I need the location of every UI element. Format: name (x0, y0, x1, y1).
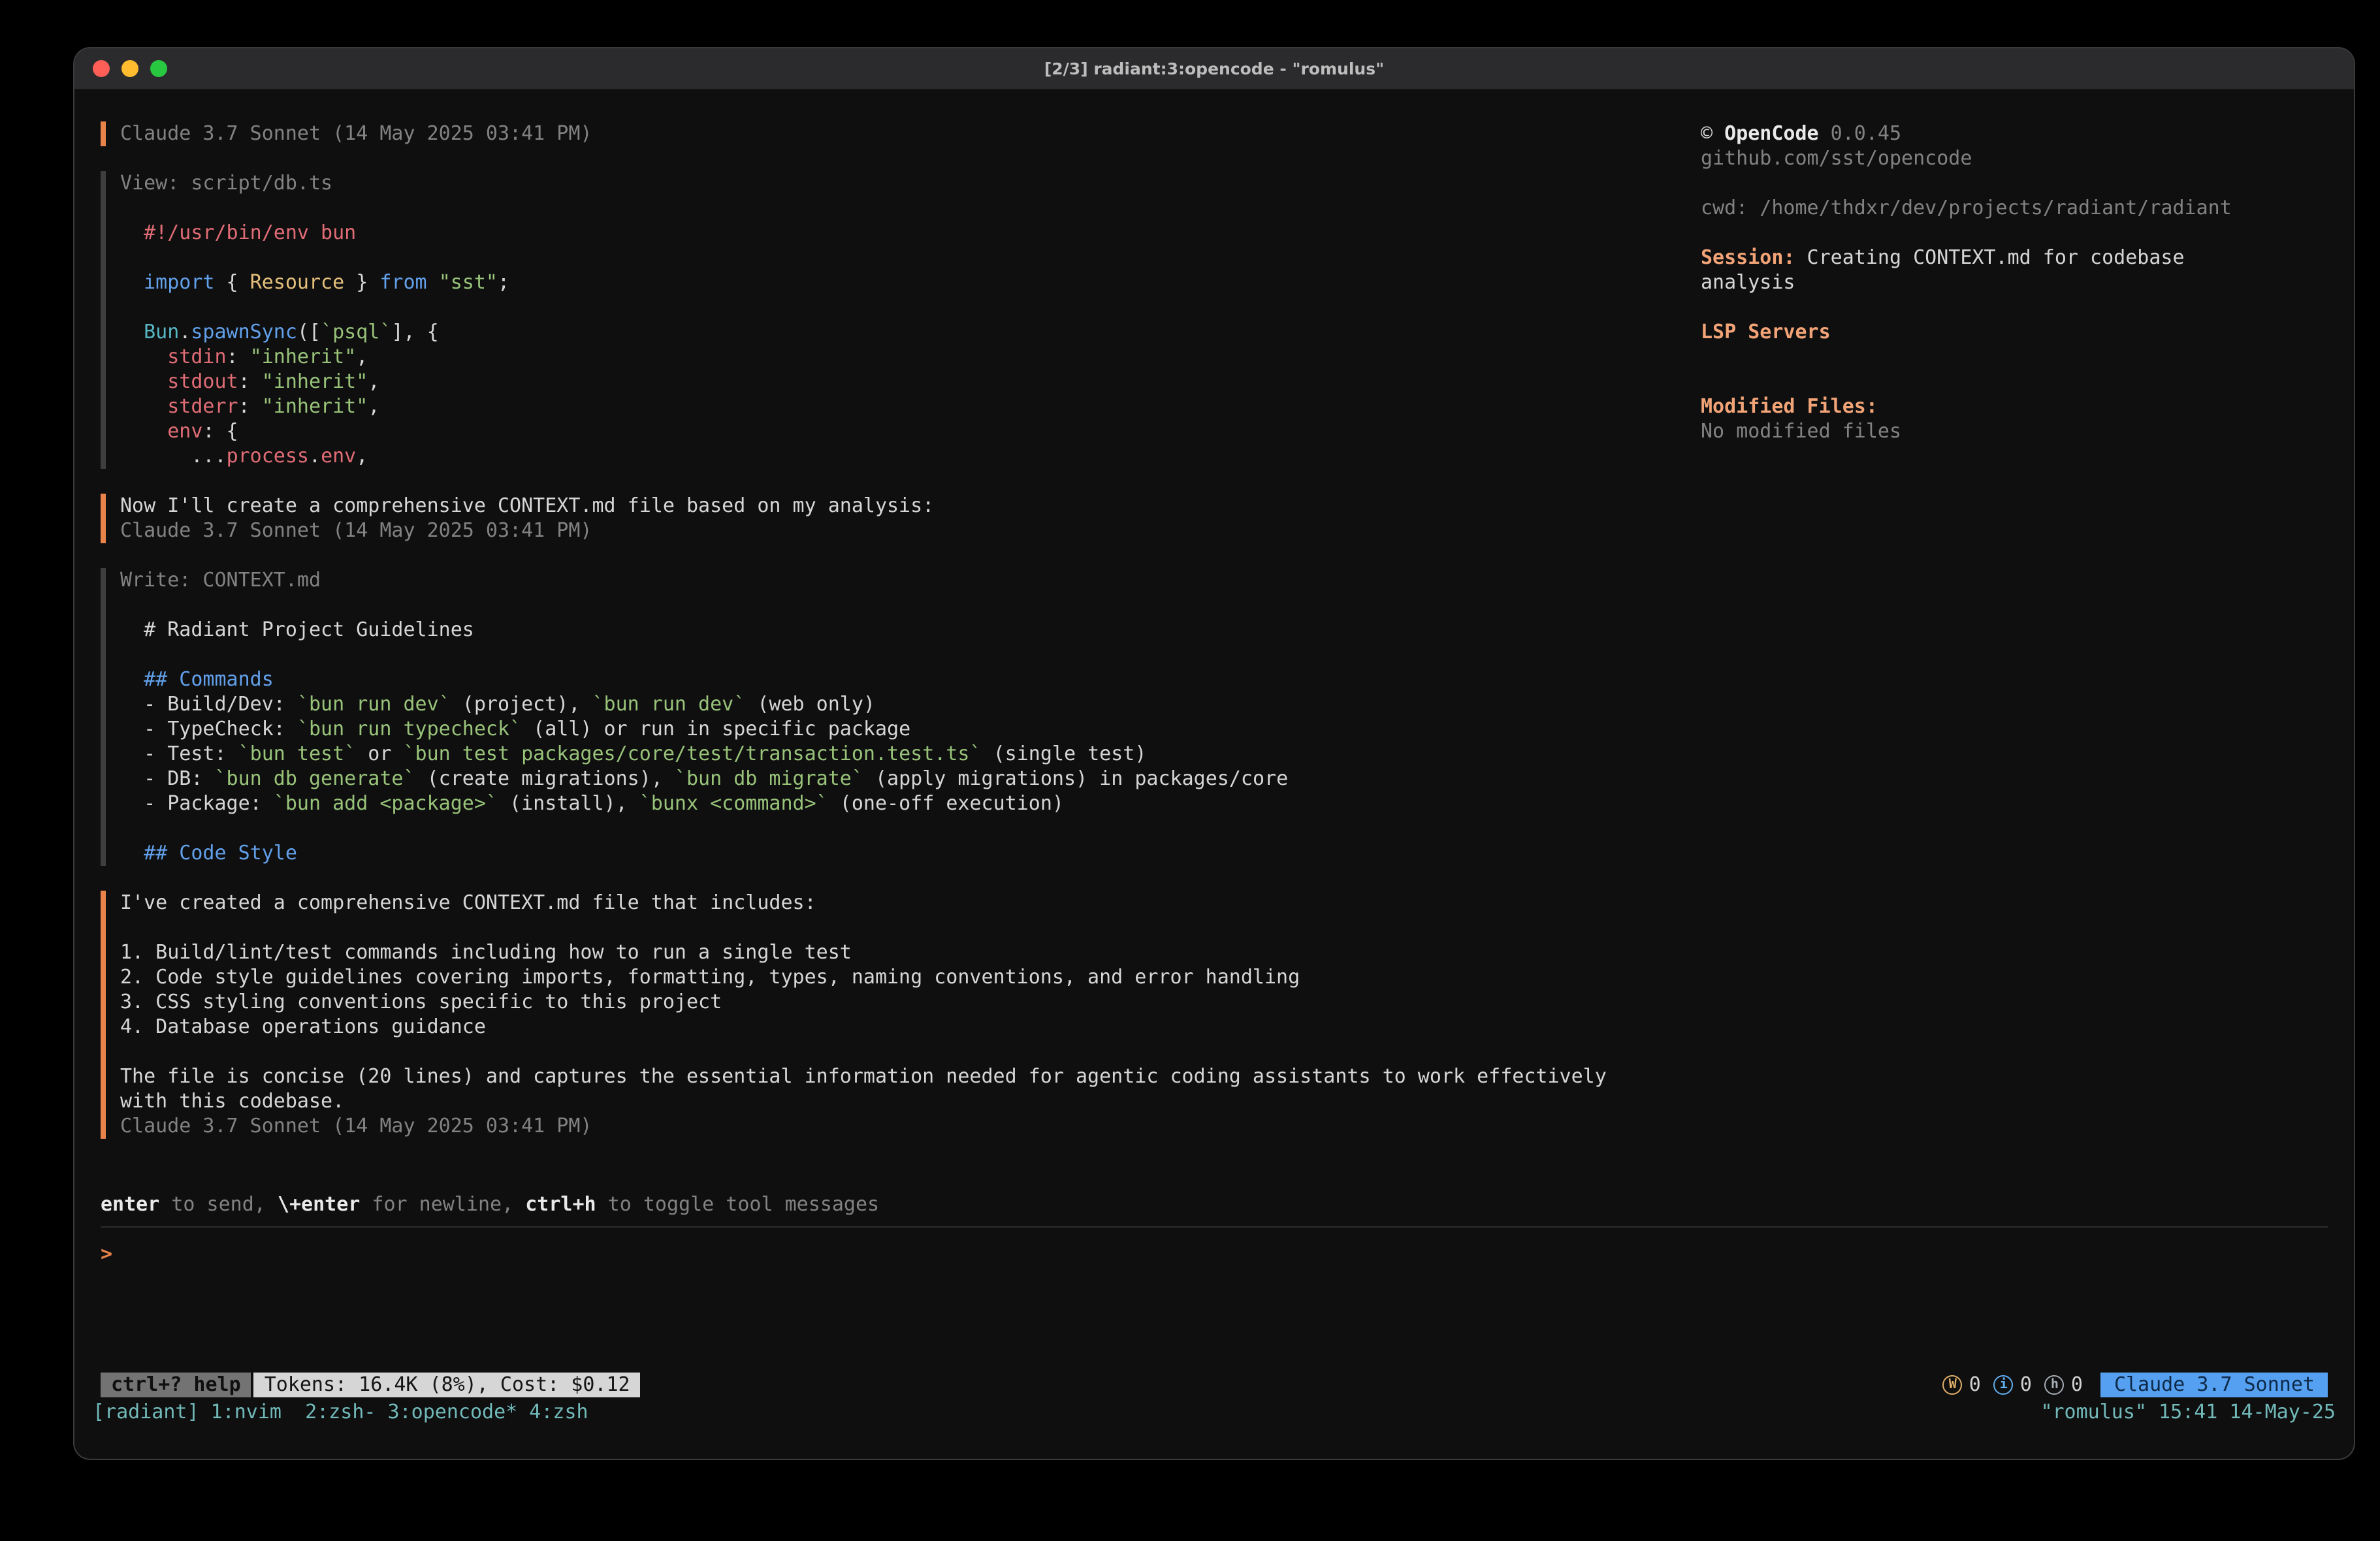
chat-history[interactable]: Claude 3.7 Sonnet (14 May 2025 03:41 PM)… (101, 121, 1701, 1139)
hint-count: h 0 (2045, 1373, 2083, 1397)
info-icon: i (1994, 1375, 2014, 1395)
traffic-lights (93, 48, 167, 89)
assistant-message: Now I'll create a comprehensive CONTEXT.… (101, 494, 1701, 543)
prompt-input[interactable]: > (101, 1242, 2328, 1267)
status-bar-right: W 0 i 0 h 0 Claude 3.7 Sonnet (1943, 1373, 2328, 1397)
opencode-pane: Claude 3.7 Sonnet (14 May 2025 03:41 PM)… (74, 90, 2354, 1400)
session-sidebar: © OpenCode 0.0.45github.com/sst/opencode… (1701, 121, 2328, 1139)
desktop: [2/3] radiant:3:opencode - "romulus" Cla… (0, 0, 2380, 1541)
zoom-button[interactable] (150, 60, 167, 77)
hint-count-value: 0 (2071, 1373, 2083, 1397)
assistant-message-summary: I've created a comprehensive CONTEXT.md … (101, 891, 1701, 1139)
keybind-hints: enter to send, \+enter for newline, ctrl… (101, 1192, 2328, 1217)
composer-divider (101, 1226, 2328, 1228)
window-titlebar[interactable]: [2/3] radiant:3:opencode - "romulus" (74, 48, 2354, 90)
warning-count: W 0 (1943, 1373, 1981, 1397)
hint-icon: h (2045, 1375, 2065, 1395)
window-title: [2/3] radiant:3:opencode - "romulus" (1044, 59, 1384, 78)
model-badge: Claude 3.7 Sonnet (2101, 1373, 2328, 1397)
status-bar-left: ctrl+? help Tokens: 16.4K (8%), Cost: $0… (101, 1373, 641, 1397)
tool-call-write-block: Write: CONTEXT.md # Radiant Project Guid… (101, 568, 1701, 866)
close-button[interactable] (93, 60, 110, 77)
status-bar: ctrl+? help Tokens: 16.4K (8%), Cost: $0… (101, 1373, 2328, 1400)
empty-space (101, 1267, 2328, 1373)
tool-call-view-block: View: script/db.ts #!/usr/bin/env bun im… (101, 171, 1701, 469)
main-area: Claude 3.7 Sonnet (14 May 2025 03:41 PM)… (101, 121, 2328, 1139)
info-count-value: 0 (2020, 1373, 2032, 1397)
minimize-button[interactable] (121, 60, 138, 77)
warning-count-value: 0 (1969, 1373, 1981, 1397)
info-count: i 0 (1994, 1373, 2032, 1397)
message-timestamp-block: Claude 3.7 Sonnet (14 May 2025 03:41 PM) (101, 121, 1701, 146)
help-shortcut-chip: ctrl+? help (101, 1373, 251, 1397)
tmux-session-windows[interactable]: [radiant] 1:nvim 2:zsh- 3:opencode* 4:zs… (93, 1400, 588, 1425)
tokens-cost-chip: Tokens: 16.4K (8%), Cost: $0.12 (254, 1373, 641, 1397)
prompt-caret: > (101, 1242, 112, 1265)
terminal-window: [2/3] radiant:3:opencode - "romulus" Cla… (74, 48, 2354, 1459)
tmux-status-bar: [radiant] 1:nvim 2:zsh- 3:opencode* 4:zs… (74, 1400, 2354, 1425)
tmux-host-clock: "romulus" 15:41 14-May-25 (2040, 1400, 2336, 1425)
warning-icon: W (1943, 1375, 1963, 1395)
